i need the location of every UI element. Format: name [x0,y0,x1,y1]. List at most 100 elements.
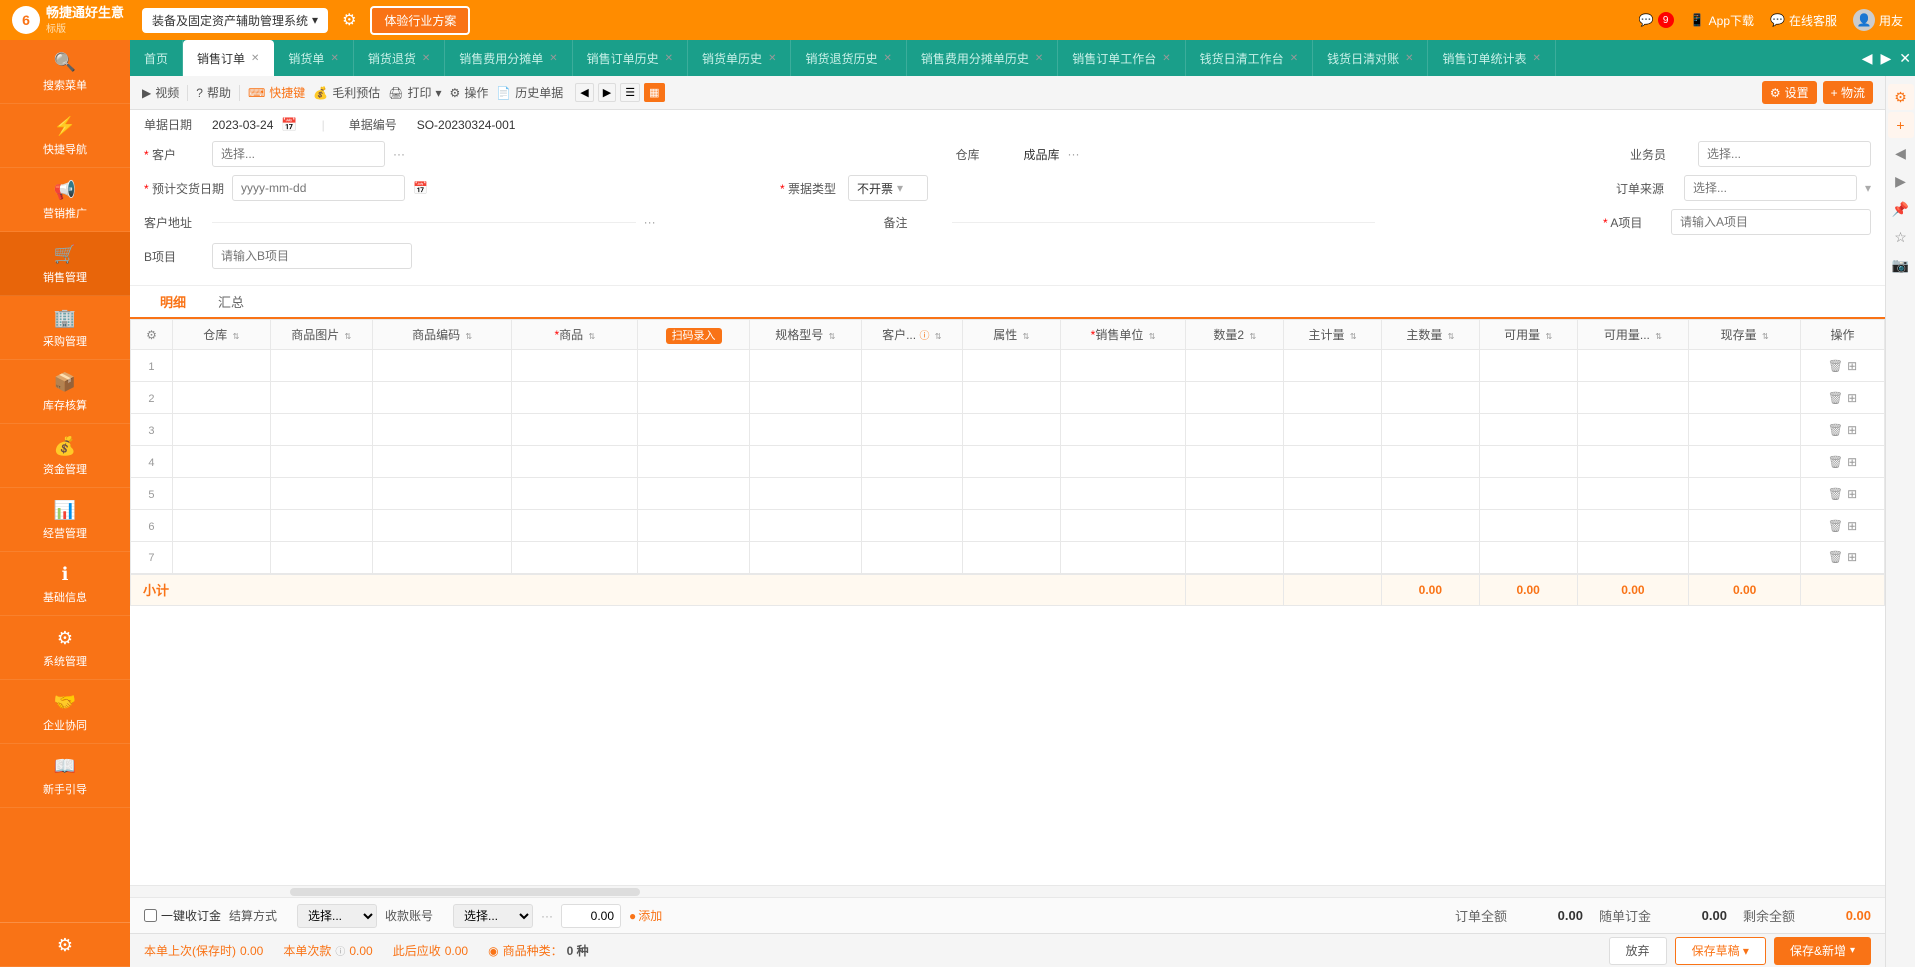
tab-close-icon[interactable]: ✕ [422,53,430,64]
order-source-input[interactable] [1684,175,1857,201]
copy-row-icon[interactable]: ⊞ [1847,519,1857,533]
sidebar-item-operations[interactable]: 📊 经营管理 [0,488,130,552]
tab-close-icon[interactable]: ✕ [883,53,891,64]
th-gear[interactable]: ⚙ [131,320,173,350]
customer-dots[interactable]: ··· [393,147,405,161]
b-project-input[interactable] [212,243,412,269]
tab-close-icon[interactable]: ✕ [1035,53,1043,64]
copy-row-icon[interactable]: ⊞ [1847,550,1857,564]
prev-record-btn[interactable]: ◀ [575,83,593,102]
tab-close-icon[interactable]: ✕ [1290,53,1298,64]
discard-btn[interactable]: 放弃 [1609,937,1667,965]
cal-icon[interactable]: 📅 [281,117,297,133]
notification-item[interactable]: 💬 9 [1639,12,1674,28]
user-item[interactable]: 👤 用友 [1853,9,1903,31]
addr-dots[interactable]: ··· [644,215,656,229]
sidebar-item-system[interactable]: ⚙ 系统管理 [0,616,130,680]
delete-row-icon[interactable]: 🗑 [1828,455,1843,469]
online-service-item[interactable]: 💬 在线客服 [1770,12,1837,29]
tab-detail[interactable]: 明细 [144,286,202,319]
delivery-cal-icon[interactable]: 📅 [413,181,428,195]
tab-summary[interactable]: 汇总 [202,286,260,317]
delete-row-icon[interactable]: 🗑 [1828,391,1843,405]
tab-close-icon[interactable]: ✕ [1405,53,1413,64]
copy-row-icon[interactable]: ⊞ [1847,423,1857,437]
sort-icon[interactable]: ⇅ [1545,332,1552,341]
tab-close-icon[interactable]: ✕ [665,53,673,64]
sidebar-item-enterprise[interactable]: 🤝 企业协同 [0,680,130,744]
tab-sales-stats[interactable]: 销售订单统计表 ✕ [1428,40,1555,76]
sort-icon[interactable]: ⇅ [345,332,352,341]
tab-daily-clear-workbench[interactable]: 钱货日清工作台 ✕ [1186,40,1313,76]
right-panel-expand[interactable]: ▶ [1888,168,1914,194]
sort-icon[interactable]: ⇅ [588,332,595,341]
sort-icon[interactable]: ⇅ [233,332,240,341]
settings-btn[interactable]: ⚙ 设置 [1762,81,1817,104]
toolbar-operate[interactable]: ⚙ 操作 [450,84,489,101]
help-icon2[interactable]: ⓘ [335,943,345,958]
toolbar-history[interactable]: 📄 历史单据 [496,84,563,101]
toolbar-profit[interactable]: 💰 毛利预估 [313,84,380,101]
right-panel-pin[interactable]: 📌 [1888,196,1914,222]
payment-dots[interactable]: ··· [541,909,553,923]
sort-icon[interactable]: ⇅ [1655,332,1662,341]
right-panel-add-material[interactable]: + [1888,112,1914,138]
tab-sales-workbench[interactable]: 销售订单工作台 ✕ [1058,40,1185,76]
sidebar-item-purchase[interactable]: 🏢 采购管理 [0,296,130,360]
tab-prev-btn[interactable]: ◀ [1858,50,1877,67]
invoice-select[interactable]: 不开票 ▾ [848,175,928,201]
help-circle-icon[interactable]: ⓘ [919,331,929,342]
list-view-btn[interactable]: ☰ [620,83,640,102]
copy-row-icon[interactable]: ⊞ [1847,455,1857,469]
toolbar-print[interactable]: 🖨 打印 ▾ [388,84,441,101]
scroll-track[interactable] [290,888,640,896]
one-click-label[interactable]: 一键收订金 [144,907,221,924]
right-panel-collapse[interactable]: ◀ [1888,140,1914,166]
tab-close-all-btn[interactable]: ✕ [1895,50,1915,67]
sort-icon[interactable]: ⇅ [1350,332,1357,341]
industry-btn[interactable]: 体验行业方案 [370,6,470,35]
sort-icon[interactable]: ⇅ [1249,332,1256,341]
tab-home[interactable]: 首页 [130,40,183,76]
one-click-checkbox[interactable] [144,909,157,922]
tab-close-icon[interactable]: ✕ [549,53,557,64]
sidebar-item-finance[interactable]: 💰 资金管理 [0,424,130,488]
copy-row-icon[interactable]: ⊞ [1847,391,1857,405]
tab-next-btn[interactable]: ▶ [1876,50,1895,67]
sort-icon[interactable]: ⇅ [829,332,836,341]
circle-icon[interactable]: ◉ [488,944,498,958]
tab-sales-order-history[interactable]: 销售订单历史 ✕ [573,40,688,76]
delete-row-icon[interactable]: 🗑 [1828,550,1843,564]
right-panel-scan[interactable]: 📷 [1888,252,1914,278]
a-project-input[interactable] [1671,209,1871,235]
right-panel-settings[interactable]: ⚙ [1888,84,1914,110]
warehouse-dots[interactable]: ··· [1068,147,1080,161]
sidebar-item-marketing[interactable]: 📢 营销推广 [0,168,130,232]
tab-daily-clear-reconcile[interactable]: 钱货日清对账 ✕ [1313,40,1428,76]
customer-input[interactable] [212,141,385,167]
sort-icon[interactable]: ⇅ [465,332,472,341]
tab-close-icon[interactable]: ✕ [330,53,338,64]
sort-icon[interactable]: ⇅ [1023,332,1030,341]
delete-row-icon[interactable]: 🗑 [1828,487,1843,501]
copy-row-icon[interactable]: ⊞ [1847,359,1857,373]
gear-icon[interactable]: ⚙ [146,328,157,342]
sidebar-item-basic[interactable]: ℹ 基础信息 [0,552,130,616]
app-download-item[interactable]: 📱 App下载 [1690,12,1754,29]
delete-row-icon[interactable]: 🗑 [1828,359,1843,373]
toolbar-help[interactable]: ? 帮助 [196,84,231,101]
tab-close-icon[interactable]: ✕ [1533,53,1541,64]
sidebar-item-inventory[interactable]: 📦 库存核算 [0,360,130,424]
next-record-btn[interactable]: ▶ [598,83,616,102]
draft-btn[interactable]: 保存草稿 ▾ [1675,937,1766,965]
delivery-input[interactable] [232,175,405,201]
tab-sales-return[interactable]: 销货退货 ✕ [354,40,445,76]
sort-icon[interactable]: ⇅ [1762,332,1769,341]
copy-row-icon[interactable]: ⊞ [1847,487,1857,501]
account-select[interactable]: 选择... [453,904,533,928]
right-panel-star[interactable]: ☆ [1888,224,1914,250]
toolbar-video[interactable]: ▶ 视频 [142,84,179,101]
sort-icon[interactable]: ⇅ [935,332,942,341]
system-selector[interactable]: 装备及固定资产辅助管理系统 ▾ [142,8,328,33]
amount-input[interactable]: 0.00 [561,904,621,928]
